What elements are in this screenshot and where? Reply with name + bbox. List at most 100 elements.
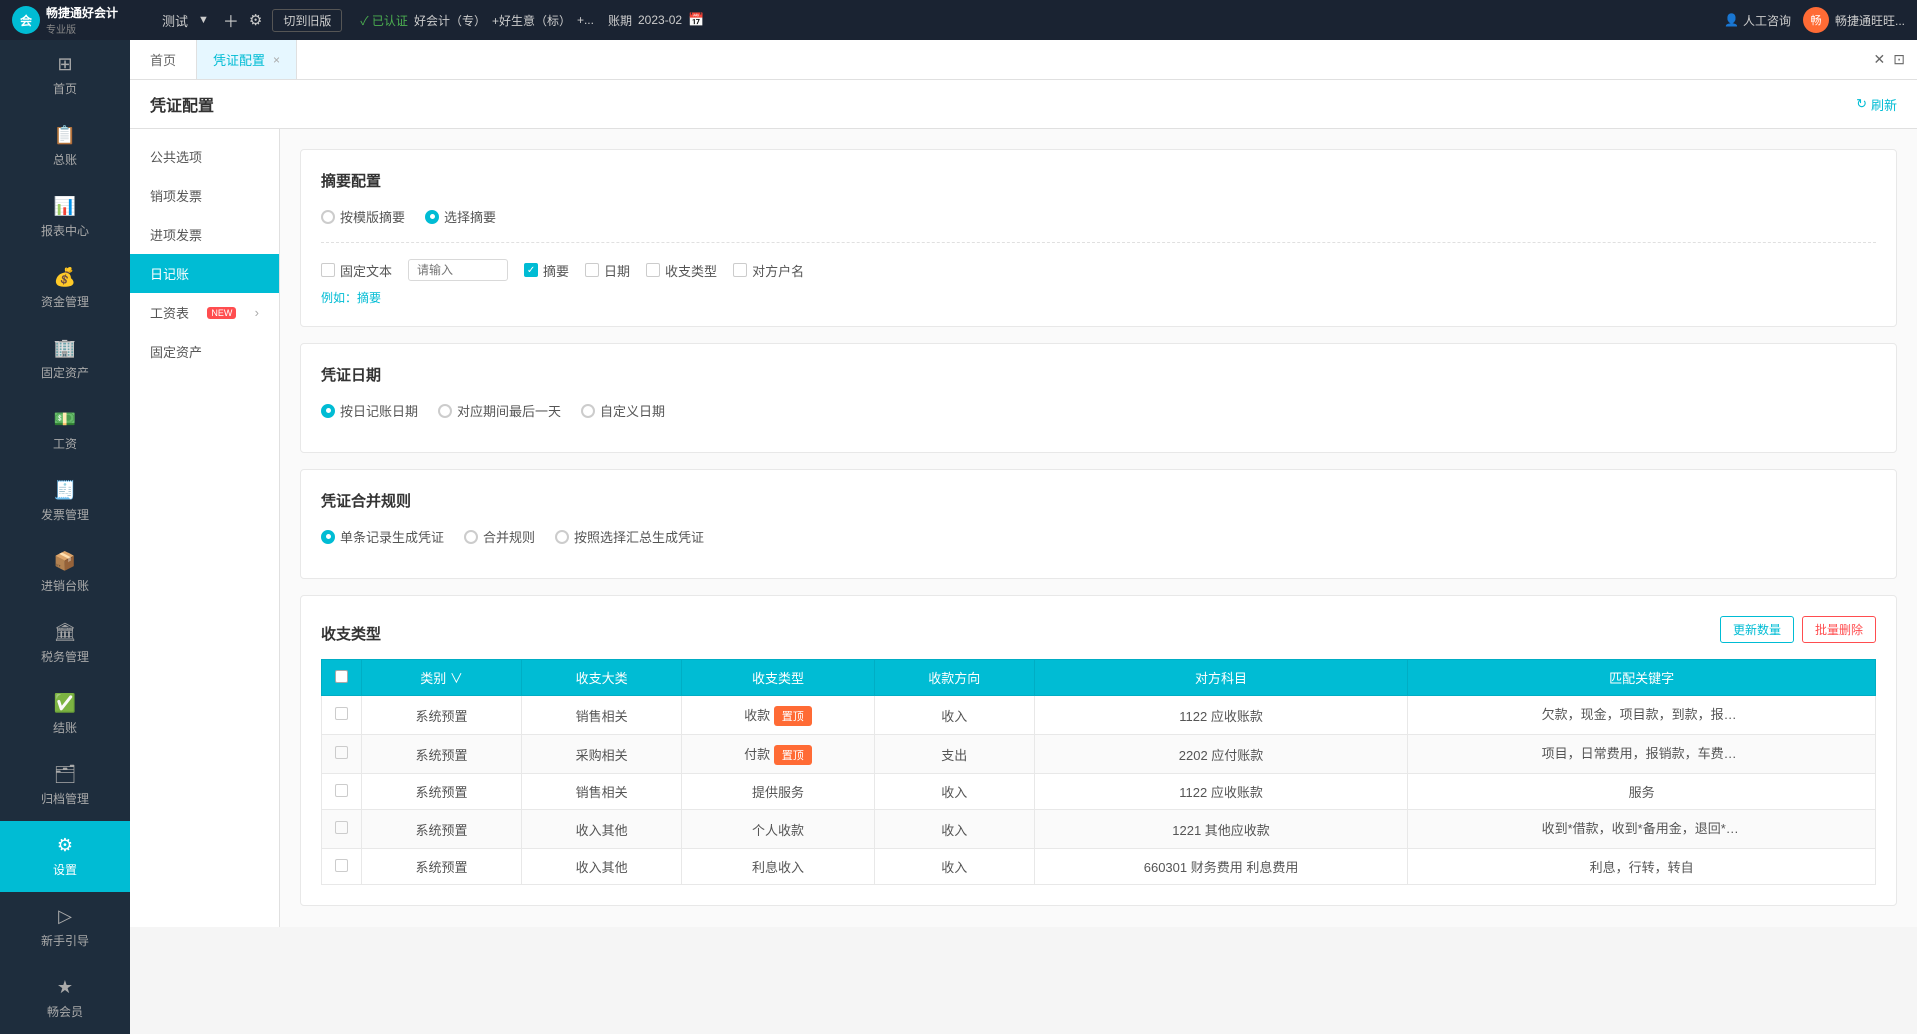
- company-arrow-icon[interactable]: ▼: [198, 14, 209, 26]
- left-nav-payroll[interactable]: 工资表 NEW ›: [130, 293, 279, 332]
- sidebar-item-guide[interactable]: ▷ 新手引导: [0, 892, 130, 963]
- refresh-button[interactable]: ↻ 刷新: [1856, 95, 1897, 114]
- sidebar-item-closing[interactable]: ✅ 结账: [0, 679, 130, 750]
- radio-template-summary[interactable]: 按模版摘要: [321, 207, 405, 226]
- fixed-assets-icon: 🏢: [54, 338, 76, 359]
- row3-direction: 收入: [874, 774, 1034, 810]
- switch-old-button[interactable]: 切到旧版: [272, 9, 342, 32]
- col-type: 收支类型: [682, 660, 875, 696]
- sidebar-item-home[interactable]: ⊞ 首页: [0, 40, 130, 111]
- select-all-checkbox[interactable]: [335, 670, 348, 683]
- fixed-text-input[interactable]: [408, 259, 508, 281]
- row2-big-category: 采购相关: [522, 735, 682, 774]
- left-nav-purchase-invoice[interactable]: 进项发票: [130, 215, 279, 254]
- merge-rules-radio-group: 单条记录生成凭证 合并规则 按照选择汇总生成凭证: [321, 527, 1876, 546]
- row1-type: 收款 置顶: [682, 696, 875, 735]
- merge-rules-section: 凭证合并规则 单条记录生成凭证 合并规则: [300, 469, 1897, 579]
- update-button[interactable]: 更新数量: [1720, 616, 1794, 643]
- row1-direction: 收入: [874, 696, 1034, 735]
- row5-direction: 收入: [874, 849, 1034, 885]
- radio-journal-date[interactable]: 按日记账日期: [321, 401, 418, 420]
- sidebar-item-funds[interactable]: 💰 资金管理: [0, 253, 130, 324]
- sidebar-item-archive[interactable]: 🗂 归档管理: [0, 750, 130, 821]
- counterparty-checkbox[interactable]: 对方户名: [733, 261, 804, 280]
- sidebar-item-purchase-sales[interactable]: 📦 进销台账: [0, 537, 130, 608]
- row4-checkbox[interactable]: [322, 810, 362, 849]
- row3-account: 1122 应收账款: [1034, 774, 1407, 810]
- payroll-icon: 💵: [54, 409, 76, 430]
- row1-account: 1122 应收账款: [1034, 696, 1407, 735]
- radio-summary-generate[interactable]: 按照选择汇总生成凭证: [555, 527, 704, 546]
- tab-close-icon[interactable]: ×: [273, 53, 280, 67]
- row1-checkbox[interactable]: [322, 696, 362, 735]
- sidebar-item-tax[interactable]: 🏛 税务管理: [0, 608, 130, 679]
- config-area: 摘要配置 按模版摘要 选择摘要: [280, 129, 1917, 927]
- checkbox-icon[interactable]: [335, 707, 348, 720]
- invoices-icon: 🧾: [54, 480, 76, 501]
- radio-period-last[interactable]: 对应期间最后一天: [438, 401, 561, 420]
- company-name: 测试: [162, 11, 188, 30]
- row5-big-category: 收入其他: [522, 849, 682, 885]
- row4-category: 系统预置: [362, 810, 522, 849]
- fixed-text-checkbox[interactable]: 固定文本: [321, 261, 392, 280]
- close-window-icon[interactable]: ✕: [1874, 51, 1886, 68]
- row2-checkbox[interactable]: [322, 735, 362, 774]
- radio-single-record-circle: [321, 530, 335, 544]
- settings-icon[interactable]: ⚙: [249, 11, 262, 29]
- ledger-icon: 📋: [54, 125, 76, 146]
- closing-icon: ✅: [54, 693, 76, 714]
- batch-delete-button[interactable]: 批量删除: [1802, 616, 1876, 643]
- avatar: 畅: [1803, 7, 1829, 33]
- service-button[interactable]: 👤 人工咨询: [1724, 12, 1791, 29]
- checkbox-icon[interactable]: [335, 859, 348, 872]
- col-account: 对方科目: [1034, 660, 1407, 696]
- reset-top-btn-1[interactable]: 置顶: [774, 706, 812, 726]
- sidebar-item-settings[interactable]: ⚙ 设置: [0, 821, 130, 892]
- tab-bar: 首页 凭证配置 × ✕ ⊡: [130, 40, 1917, 80]
- left-nav-fixed-assets[interactable]: 固定资产: [130, 332, 279, 371]
- maximize-window-icon[interactable]: ⊡: [1893, 51, 1905, 68]
- radio-merge-rule-circle: [464, 530, 478, 544]
- radio-custom-date[interactable]: 自定义日期: [581, 401, 665, 420]
- reset-top-btn-2[interactable]: 置顶: [774, 745, 812, 765]
- add-icon[interactable]: ＋: [223, 8, 239, 32]
- sidebar-item-invoices[interactable]: 🧾 发票管理: [0, 466, 130, 537]
- checkbox-icon[interactable]: [335, 821, 348, 834]
- date-checkbox[interactable]: 日期: [585, 261, 630, 280]
- income-type-box: [646, 263, 660, 277]
- calendar-icon[interactable]: 📅: [688, 12, 704, 28]
- sidebar-item-ledger[interactable]: 📋 总账: [0, 111, 130, 182]
- col-category[interactable]: 类别 ∨: [362, 660, 522, 696]
- radio-custom-date-circle: [581, 404, 595, 418]
- checkbox-icon[interactable]: [335, 784, 348, 797]
- row4-type: 个人收款: [682, 810, 875, 849]
- row1-big-category: 销售相关: [522, 696, 682, 735]
- tab-voucher-config[interactable]: 凭证配置 ×: [197, 40, 297, 79]
- radio-single-record[interactable]: 单条记录生成凭证: [321, 527, 444, 546]
- left-nav-journal[interactable]: 日记账: [130, 254, 279, 293]
- row3-checkbox[interactable]: [322, 774, 362, 810]
- table-row: 系统预置 销售相关 提供服务 收入 1122 应收账款 服务: [322, 774, 1876, 810]
- date-box: [585, 263, 599, 277]
- checkbox-icon[interactable]: [335, 746, 348, 759]
- new-badge: NEW: [207, 307, 236, 319]
- sidebar-item-payroll[interactable]: 💵 工资: [0, 395, 130, 466]
- left-nav-public[interactable]: 公共选项: [130, 137, 279, 176]
- table-header-checkbox[interactable]: [322, 660, 362, 696]
- row4-account: 1221 其他应收款: [1034, 810, 1407, 849]
- income-type-checkbox[interactable]: 收支类型: [646, 261, 717, 280]
- sidebar-item-reports[interactable]: 📊 报表中心: [0, 182, 130, 253]
- goodbusiness-tag: +好生意（标）: [492, 12, 571, 29]
- left-nav-sales-invoice[interactable]: 销项发票: [130, 176, 279, 215]
- summary-checkbox[interactable]: ✓ 摘要: [524, 261, 569, 280]
- sidebar-item-member[interactable]: ★ 畅会员: [0, 963, 130, 1034]
- radio-merge-rule[interactable]: 合并规则: [464, 527, 535, 546]
- sidebar-item-fixed-assets[interactable]: 🏢 固定资产: [0, 324, 130, 395]
- row5-checkbox[interactable]: [322, 849, 362, 885]
- topbar: 会 畅捷通好会计 专业版 测试 ▼ ＋ ⚙ 切到旧版 ✓ 已认证 好会计（专） …: [0, 0, 1917, 40]
- radio-select-summary[interactable]: 选择摘要: [425, 207, 496, 226]
- user-area[interactable]: 畅 畅捷通旺旺...: [1803, 7, 1905, 33]
- username: 畅捷通旺旺...: [1835, 12, 1905, 29]
- more-tags: +...: [577, 13, 594, 27]
- tab-home[interactable]: 首页: [130, 40, 197, 79]
